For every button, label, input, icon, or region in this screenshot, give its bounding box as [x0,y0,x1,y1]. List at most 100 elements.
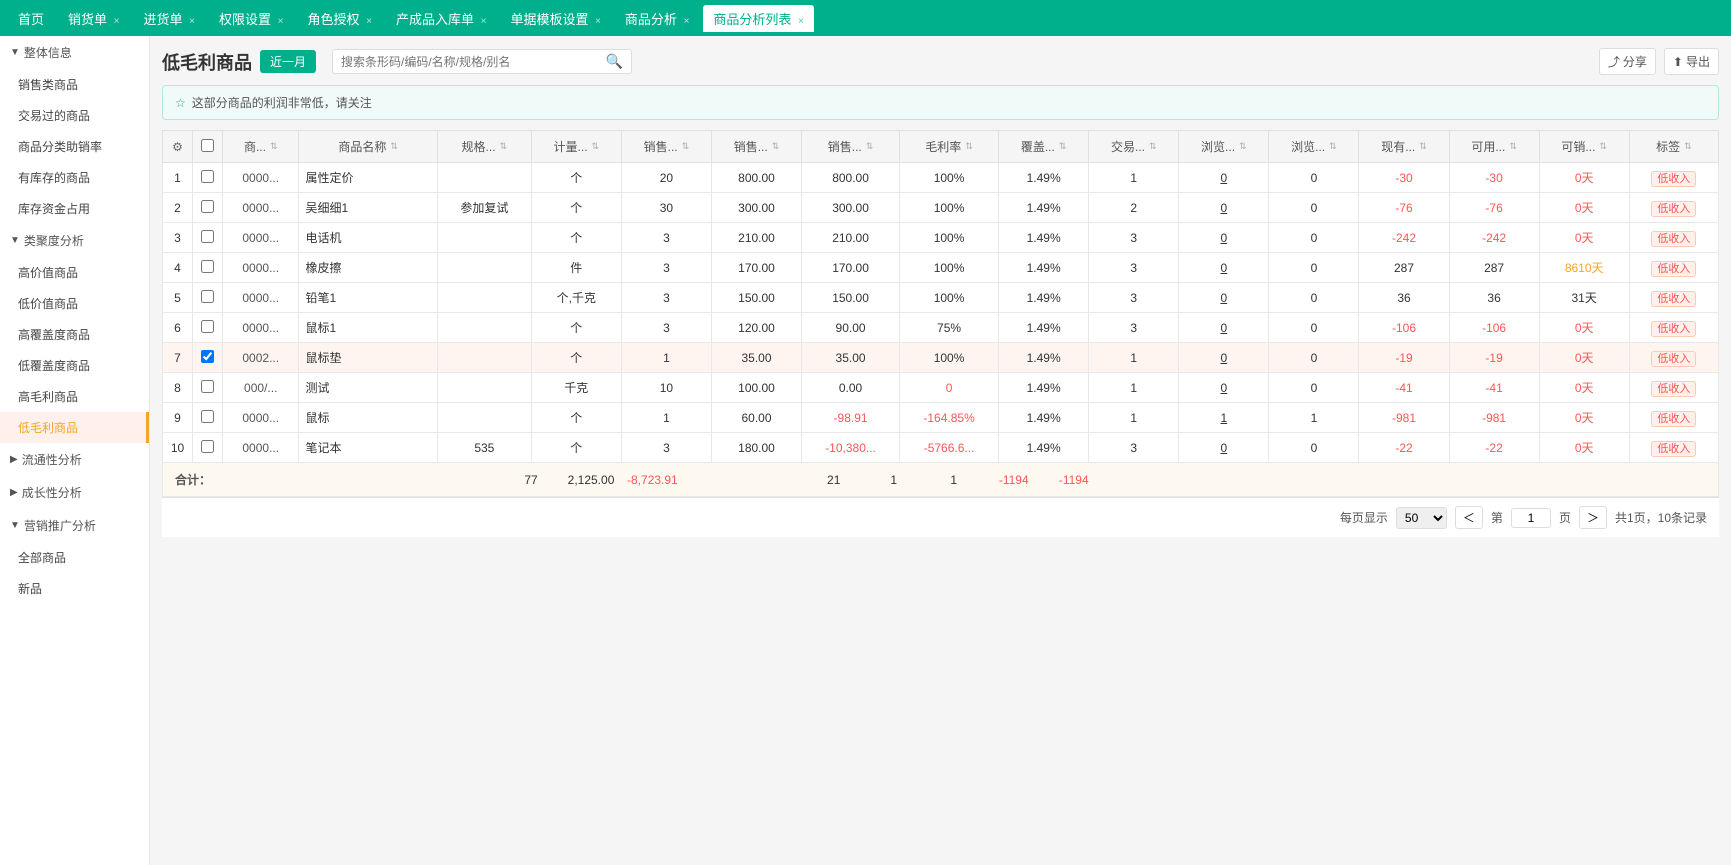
nav-sales[interactable]: 销货单 × [58,5,129,32]
sidebar-item-stock-products[interactable]: 有库存的商品 [0,162,149,193]
cell-checkbox[interactable] [193,373,223,403]
nav-role[interactable]: 角色授权 × [297,5,381,32]
col-sales-profit[interactable]: 销售...⇅ [802,131,900,163]
nav-product-analysis[interactable]: 商品分析 × [615,5,699,32]
sidebar-item-high-value[interactable]: 高价值商品 [0,257,149,288]
row-checkbox[interactable] [201,170,214,183]
col-available[interactable]: 可用...⇅ [1449,131,1539,163]
col-name[interactable]: 商品名称⇅ [299,131,437,163]
nav-close-sales[interactable]: × [114,16,120,27]
nav-close-product-analysis[interactable]: × [684,16,690,27]
cell-browse1[interactable]: 0 [1179,193,1269,223]
sidebar-item-low-profit[interactable]: 低毛利商品 [0,412,149,443]
sidebar-item-capital[interactable]: 库存资金占用 [0,193,149,224]
row-checkbox[interactable] [201,320,214,333]
export-button[interactable]: ⬆ 导出 [1664,48,1719,75]
row-checkbox[interactable] [201,290,214,303]
sidebar-group-overall[interactable]: ▼ 整体信息 [0,36,149,69]
cell-browse1[interactable]: 0 [1179,253,1269,283]
nav-warehouse[interactable]: 产成品入库单 × [386,5,496,32]
sidebar-item-sales-products[interactable]: 销售类商品 [0,69,149,100]
col-tag[interactable]: 标签⇅ [1629,131,1718,163]
sidebar-group-circulation[interactable]: ▶ 流通性分析 [0,443,149,476]
nav-template[interactable]: 单据模板设置 × [500,5,610,32]
cell-browse1[interactable]: 1 [1179,403,1269,433]
browse1-link[interactable]: 0 [1220,261,1227,275]
col-browse1[interactable]: 浏览...⇅ [1179,131,1269,163]
cell-checkbox[interactable] [193,283,223,313]
row-checkbox[interactable] [201,380,214,393]
col-sales-price[interactable]: 销售...⇅ [711,131,801,163]
cell-browse1[interactable]: 0 [1179,283,1269,313]
per-page-select[interactable]: 50 100 200 [1396,507,1447,529]
nav-close-product-analysis-list[interactable]: × [798,16,804,27]
sidebar-item-traded-products[interactable]: 交易过的商品 [0,100,149,131]
nav-close-template[interactable]: × [595,16,601,27]
col-current-stock[interactable]: 现有...⇅ [1359,131,1449,163]
col-browse2[interactable]: 浏览...⇅ [1269,131,1359,163]
nav-home[interactable]: 首页 [8,5,54,32]
browse1-link[interactable]: 0 [1220,381,1227,395]
sidebar-item-low-value[interactable]: 低价值商品 [0,288,149,319]
cell-browse1[interactable]: 0 [1179,343,1269,373]
row-checkbox[interactable] [201,410,214,423]
sidebar-item-category-rate[interactable]: 商品分类助销率 [0,131,149,162]
browse1-link[interactable]: 0 [1220,231,1227,245]
row-checkbox[interactable] [201,350,214,363]
col-coverage[interactable]: 覆盖...⇅ [999,131,1089,163]
browse1-link[interactable]: 0 [1220,171,1227,185]
settings-icon[interactable]: ⚙ [172,140,183,154]
col-spec[interactable]: 规格...⇅ [437,131,531,163]
search-icon[interactable]: 🔍 [606,53,623,70]
cell-checkbox[interactable] [193,403,223,433]
nav-purchase[interactable]: 进货单 × [134,5,205,32]
sidebar-item-high-coverage[interactable]: 高覆盖度商品 [0,319,149,350]
nav-close-purchase[interactable]: × [189,16,195,27]
cell-checkbox[interactable] [193,223,223,253]
cell-browse1[interactable]: 0 [1179,313,1269,343]
col-transaction[interactable]: 交易...⇅ [1089,131,1179,163]
cell-browse1[interactable]: 0 [1179,223,1269,253]
cell-checkbox[interactable] [193,193,223,223]
sidebar-item-high-profit[interactable]: 高毛利商品 [0,381,149,412]
row-checkbox[interactable] [201,440,214,453]
row-checkbox[interactable] [201,200,214,213]
sidebar-item-new-products[interactable]: 新品 [0,573,149,604]
filter-recent-month-button[interactable]: 近一月 [260,50,316,73]
cell-checkbox[interactable] [193,343,223,373]
col-saleable[interactable]: 可销...⇅ [1539,131,1629,163]
row-checkbox[interactable] [201,260,214,273]
cell-browse1[interactable]: 0 [1179,373,1269,403]
select-all-checkbox[interactable] [201,139,214,152]
sidebar-group-growth[interactable]: ▶ 成长性分析 [0,476,149,509]
cell-checkbox[interactable] [193,433,223,463]
cell-checkbox[interactable] [193,163,223,193]
cell-checkbox[interactable] [193,313,223,343]
sidebar-group-cluster[interactable]: ▼ 类聚度分析 [0,224,149,257]
nav-close-warehouse[interactable]: × [481,16,487,27]
search-input[interactable] [341,55,606,69]
browse1-link[interactable]: 0 [1220,351,1227,365]
col-sales-qty[interactable]: 销售...⇅ [621,131,711,163]
col-settings[interactable]: ⚙ [163,131,193,163]
nav-product-analysis-list[interactable]: 商品分析列表 × [703,5,813,32]
browse1-link[interactable]: 0 [1220,201,1227,215]
nav-close-permission[interactable]: × [278,16,284,27]
cell-checkbox[interactable] [193,253,223,283]
nav-permission[interactable]: 权限设置 × [209,5,293,32]
browse1-link[interactable]: 0 [1220,321,1227,335]
col-code[interactable]: 商...⇅ [223,131,299,163]
prev-page-button[interactable]: ＜ [1455,506,1483,529]
next-page-button[interactable]: ＞ [1579,506,1607,529]
browse1-link[interactable]: 1 [1220,411,1227,425]
cell-browse1[interactable]: 0 [1179,433,1269,463]
share-button[interactable]: ⤴ 分享 [1599,48,1656,75]
browse1-link[interactable]: 0 [1220,291,1227,305]
col-gross-margin[interactable]: 毛利率⇅ [900,131,999,163]
col-checkbox-all[interactable] [193,131,223,163]
sidebar-item-all-products[interactable]: 全部商品 [0,542,149,573]
cell-browse1[interactable]: 0 [1179,163,1269,193]
nav-close-role[interactable]: × [366,16,372,27]
row-checkbox[interactable] [201,230,214,243]
page-number-input[interactable] [1511,508,1551,528]
